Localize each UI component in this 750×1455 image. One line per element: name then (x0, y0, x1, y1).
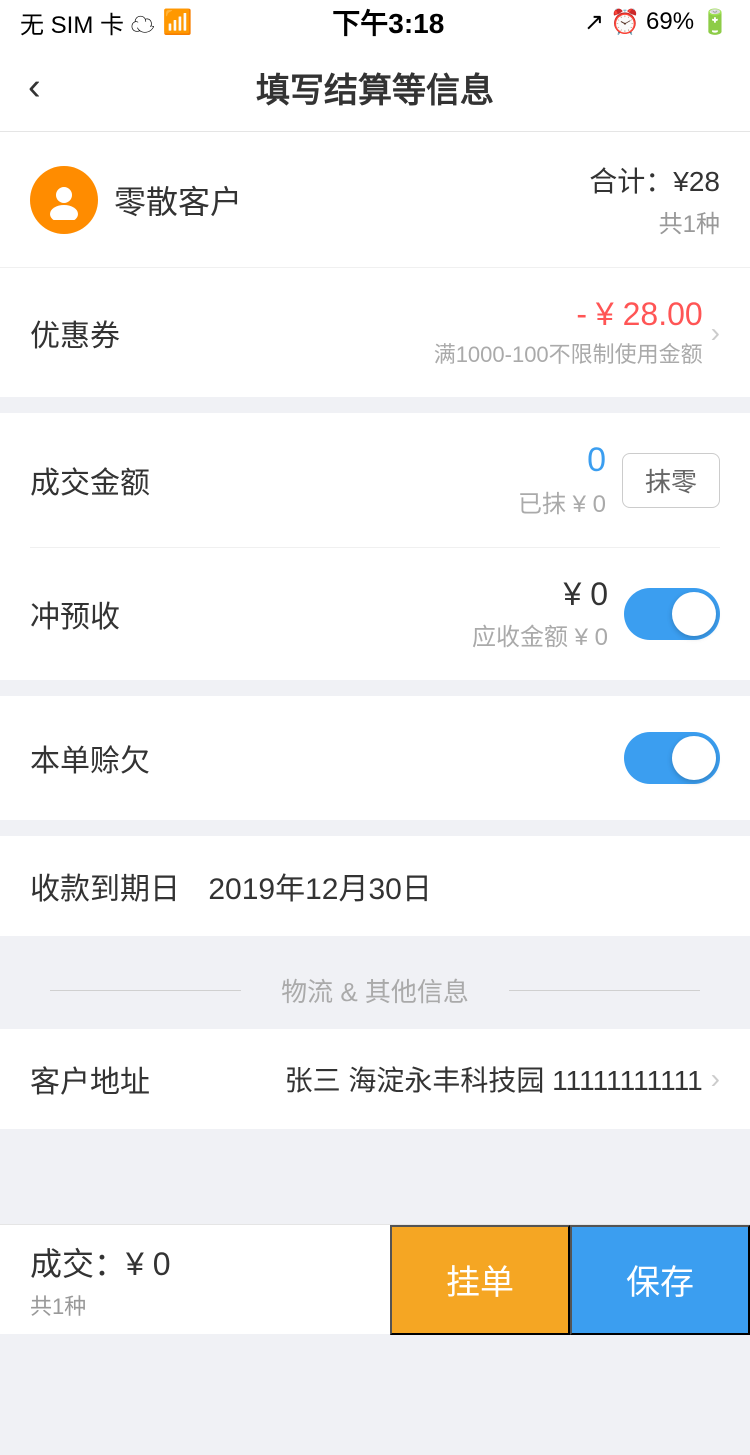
logistics-divider: 物流 & 其他信息 (0, 952, 750, 1029)
battery-icon: 🔋 (700, 8, 730, 37)
credit-toggle[interactable] (624, 732, 720, 784)
deal-amount-sub: 已抹 ¥ 0 (518, 484, 606, 519)
prepaid-right: ¥ 0 应收金额 ¥ 0 (472, 576, 720, 652)
coupon-desc: 满1000-100不限制使用金额 (434, 337, 703, 369)
prepaid-value: ¥ 0 (472, 576, 608, 613)
bottom-summary: 成交：¥ 0 共1种 (0, 1239, 390, 1321)
total-amount: 合计：¥28 (589, 160, 720, 200)
deal-amount-label: 成交金额 (30, 458, 150, 502)
save-button[interactable]: 保存 (570, 1225, 750, 1335)
due-date-value: 2019年12月30日 (208, 873, 431, 906)
customer-section: 零散客户 合计：¥28 共1种 优惠券 - ¥ 28.00 满1000-100不… (0, 132, 750, 397)
due-date-label: 收款到期日 (30, 873, 180, 906)
coupon-label: 优惠券 (30, 311, 120, 355)
bottom-bar: 成交：¥ 0 共1种 挂单 保存 (0, 1224, 750, 1334)
deal-amount-value-col: 0 已抹 ¥ 0 (518, 441, 606, 519)
round-button[interactable]: 抹零 (622, 453, 720, 508)
divider-right (509, 990, 700, 991)
credit-label: 本单赊欠 (30, 736, 150, 780)
status-left: 无 SIM 卡 ☁ 📶 (20, 5, 193, 40)
customer-left: 零散客户 (30, 166, 242, 234)
status-bar: 无 SIM 卡 ☁ 📶 下午3:18 ↗ ⏰ 69% 🔋 (0, 0, 750, 44)
logistics-label-row: 物流 & 其他信息 (30, 972, 720, 1009)
deal-amount-row: 成交金额 0 已抹 ¥ 0 抹零 (30, 413, 720, 548)
alarm-icon: ⏰ (610, 8, 640, 37)
customer-total: 合计：¥28 共1种 (589, 160, 720, 239)
bottom-deal-value: ¥ 0 (126, 1246, 170, 1282)
customer-name: 零散客户 (114, 177, 242, 223)
page-title: 填写结算等信息 (256, 63, 494, 112)
divider-left (50, 990, 241, 991)
address-label: 客户地址 (30, 1057, 150, 1101)
bottom-deal-label: 成交： (30, 1246, 126, 1282)
due-date-section: 收款到期日 2019年12月30日 (0, 836, 750, 936)
coupon-row[interactable]: 优惠券 - ¥ 28.00 满1000-100不限制使用金额 › (0, 267, 750, 397)
prepaid-value-col: ¥ 0 应收金额 ¥ 0 (472, 576, 608, 652)
location-icon: ↗ (584, 8, 604, 37)
battery-text: 69% (646, 8, 694, 36)
coupon-right: - ¥ 28.00 满1000-100不限制使用金额 › (434, 296, 720, 369)
hold-button[interactable]: 挂单 (390, 1225, 570, 1335)
toggle-knob (672, 592, 716, 636)
credit-toggle-knob (672, 736, 716, 780)
address-chevron-icon: › (711, 1063, 720, 1095)
back-button[interactable]: ‹ (28, 66, 41, 109)
status-right: ↗ ⏰ 69% 🔋 (584, 8, 730, 37)
total-sub: 共1种 (589, 204, 720, 239)
address-right: 张三 海淀永丰科技园 11111111111 › (285, 1059, 720, 1099)
deal-amount-section: 成交金额 0 已抹 ¥ 0 抹零 冲预收 ¥ 0 应收金额 ¥ 0 (0, 413, 750, 680)
bottom-deal-amount: 成交：¥ 0 (30, 1239, 360, 1285)
credit-section: 本单赊欠 (0, 696, 750, 820)
avatar (30, 166, 98, 234)
coupon-amount: - ¥ 28.00 (434, 296, 703, 333)
customer-row: 零散客户 合计：¥28 共1种 (0, 132, 750, 267)
wifi-icon: 📶 (163, 8, 193, 37)
nav-bar: ‹ 填写结算等信息 (0, 44, 750, 132)
chevron-right-icon: › (711, 317, 720, 349)
status-time: 下午3:18 (332, 2, 444, 42)
coupon-info: - ¥ 28.00 满1000-100不限制使用金额 (434, 296, 703, 369)
address-section[interactable]: 客户地址 张三 海淀永丰科技园 11111111111 › (0, 1029, 750, 1129)
prepaid-toggle[interactable] (624, 588, 720, 640)
bottom-deal-sub: 共1种 (30, 1289, 360, 1321)
prepaid-sub: 应收金额 ¥ 0 (472, 617, 608, 652)
prepaid-row: 冲预收 ¥ 0 应收金额 ¥ 0 (30, 548, 720, 680)
deal-amount-input[interactable]: 0 (518, 441, 606, 480)
logistics-label: 物流 & 其他信息 (281, 972, 469, 1009)
deal-amount-right: 0 已抹 ¥ 0 抹零 (518, 441, 720, 519)
address-value: 张三 海淀永丰科技园 11111111111 (285, 1059, 703, 1099)
no-sim-text: 无 SIM 卡 ☁ (20, 5, 155, 40)
prepaid-label: 冲预收 (30, 592, 120, 636)
